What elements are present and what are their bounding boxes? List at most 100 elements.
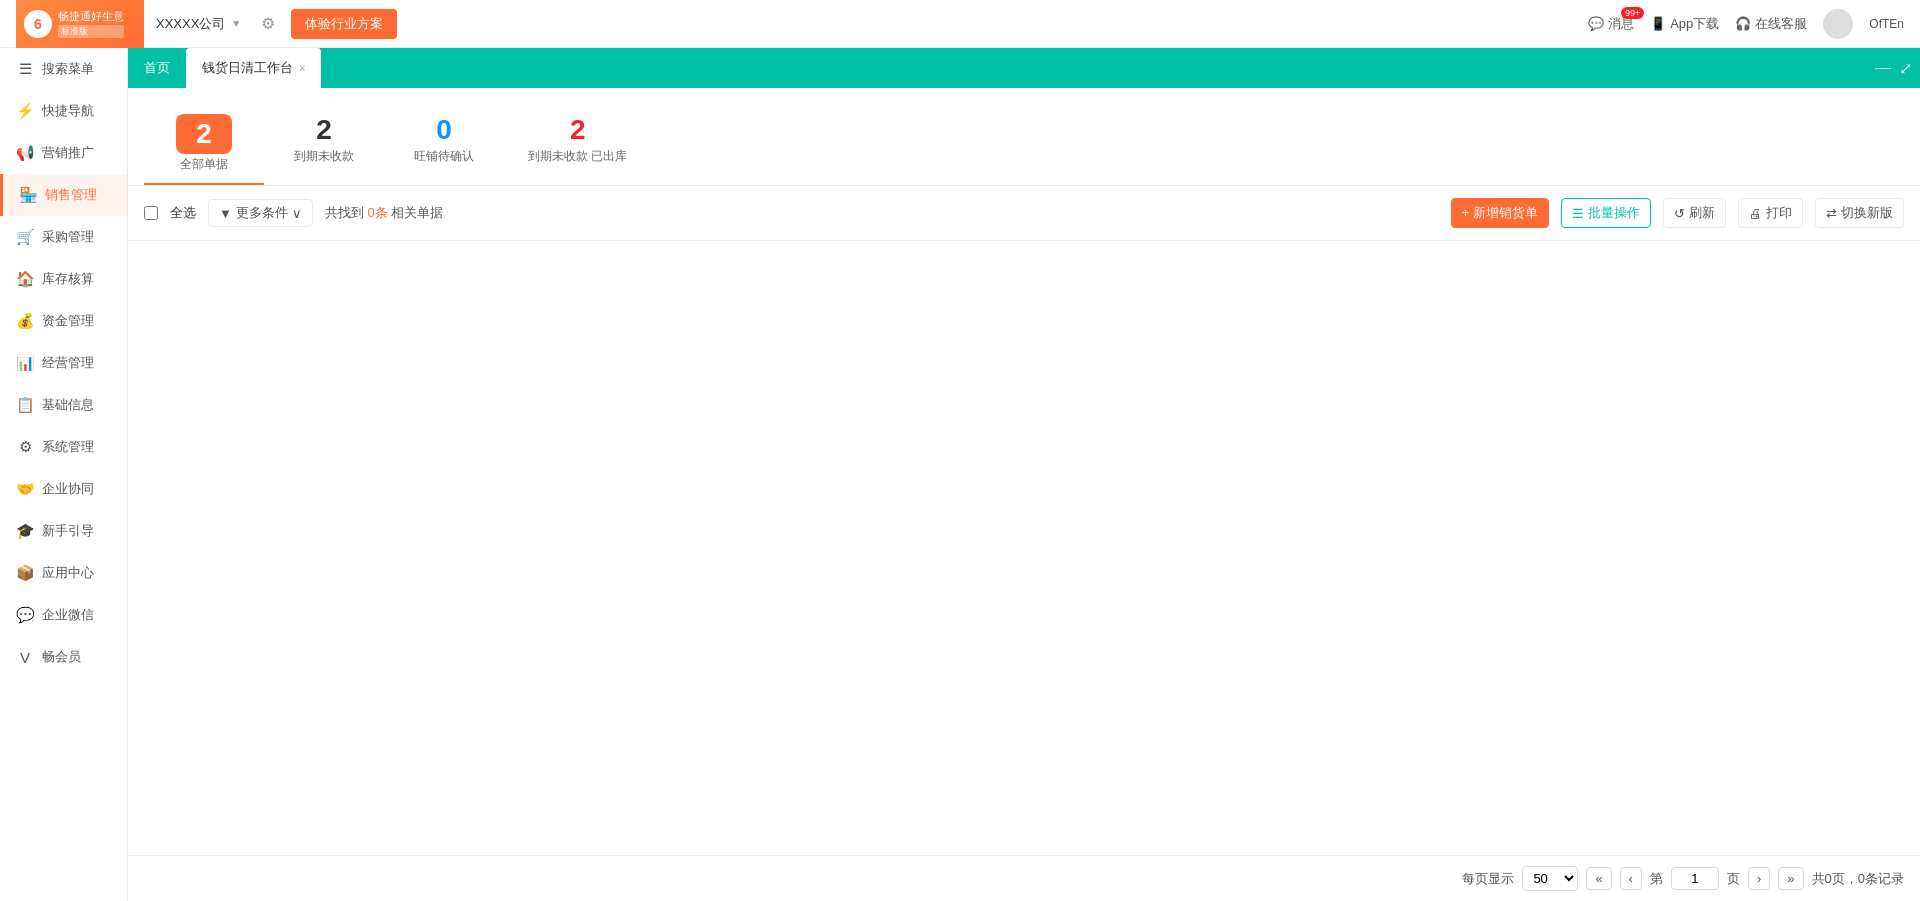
company-chevron: ▼ bbox=[231, 18, 241, 29]
sidebar-item-inventory[interactable]: 🏠 库存核算 bbox=[0, 258, 127, 300]
summary-card-wangpu[interactable]: 0 旺铺待确认 bbox=[384, 104, 504, 185]
sidebar-item-app-center[interactable]: 📦 应用中心 bbox=[0, 552, 127, 594]
last-page-button[interactable]: » bbox=[1778, 867, 1803, 890]
enterprise-icon: 🤝 bbox=[16, 480, 34, 498]
guide-icon: 🎓 bbox=[16, 522, 34, 540]
tab-home[interactable]: 首页 bbox=[128, 48, 186, 88]
page-number-input[interactable] bbox=[1671, 867, 1719, 890]
toolbar-left: 全选 ▼ 更多条件 ∨ 共找到 0条 相关单据 bbox=[144, 199, 1439, 227]
refresh-label: 刷新 bbox=[1689, 204, 1715, 222]
switch-new-version-button[interactable]: ⇄ 切换新版 bbox=[1815, 198, 1904, 228]
add-sales-order-button[interactable]: + 新增销货单 bbox=[1451, 198, 1549, 228]
overdue-shipped-label: 到期未收款 已出库 bbox=[528, 148, 627, 165]
sidebar-item-member[interactable]: V 畅会员 bbox=[0, 636, 127, 678]
sidebar-item-guide[interactable]: 🎓 新手引导 bbox=[0, 510, 127, 552]
app-label: App下载 bbox=[1670, 15, 1719, 33]
refresh-button[interactable]: ↺ 刷新 bbox=[1663, 198, 1726, 228]
sidebar-item-sales[interactable]: 🏪 销售管理 bbox=[0, 174, 127, 216]
pagination-bar: 每页显示 50 10 20 100 « ‹ 第 页 › » 共0页，0条记录 bbox=[128, 855, 1920, 901]
refresh-icon: ↺ bbox=[1674, 206, 1685, 221]
content-area: 2 全部单据 2 到期未收款 0 旺铺待确认 2 到期未收款 已出库 全选 bbox=[128, 88, 1920, 901]
select-all-label: 全选 bbox=[170, 204, 196, 222]
summary-card-overdue-shipped[interactable]: 2 到期未收款 已出库 bbox=[504, 104, 651, 185]
sidebar-item-label: 搜索菜单 bbox=[42, 60, 94, 78]
related-label: 相关单据 bbox=[391, 205, 443, 220]
next-page-button[interactable]: › bbox=[1748, 867, 1770, 890]
avatar[interactable] bbox=[1823, 9, 1853, 39]
main-content: 2 全部单据 2 到期未收款 0 旺铺待确认 2 到期未收款 已出库 全选 bbox=[128, 88, 1920, 901]
trial-button[interactable]: 体验行业方案 bbox=[291, 9, 397, 39]
wechat-icon: 💬 bbox=[16, 606, 34, 624]
filter-label: 更多条件 bbox=[236, 204, 288, 222]
nav-actions: — ⤢ bbox=[1875, 59, 1920, 78]
wangpu-count: 0 bbox=[436, 114, 452, 146]
gear-icon[interactable]: ⚙ bbox=[253, 14, 283, 33]
summary-card-all[interactable]: 2 全部单据 bbox=[144, 104, 264, 185]
sidebar-item-basics[interactable]: 📋 基础信息 bbox=[0, 384, 127, 426]
service-icon: 🎧 bbox=[1735, 16, 1751, 31]
purchase-icon: 🛒 bbox=[16, 228, 34, 246]
top-header: 6 畅捷通好生意 标准版 XXXXX公司 ▼ ⚙ 体验行业方案 💬 消息 99+… bbox=[0, 0, 1920, 48]
prev-page-button[interactable]: ‹ bbox=[1620, 867, 1642, 890]
sidebar-item-finance[interactable]: 💰 资金管理 bbox=[0, 300, 127, 342]
message-icon: 💬 bbox=[1588, 16, 1604, 31]
sidebar-item-marketing[interactable]: 📢 营销推广 bbox=[0, 132, 127, 174]
operations-icon: 📊 bbox=[16, 354, 34, 372]
avatar-name[interactable]: OfTEn bbox=[1869, 17, 1904, 31]
toolbar: 全选 ▼ 更多条件 ∨ 共找到 0条 相关单据 + 新增销货单 ☰ 批量操作 bbox=[128, 186, 1920, 241]
sidebar-item-label: 新手引导 bbox=[42, 522, 94, 540]
basics-icon: 📋 bbox=[16, 396, 34, 414]
overdue-label: 到期未收款 bbox=[294, 148, 354, 165]
message-icon-item[interactable]: 💬 消息 99+ bbox=[1588, 15, 1634, 33]
sidebar-item-system[interactable]: ⚙ 系统管理 bbox=[0, 426, 127, 468]
summary-card-overdue[interactable]: 2 到期未收款 bbox=[264, 104, 384, 185]
app-download-item[interactable]: 📱 App下载 bbox=[1650, 15, 1719, 33]
tab-close-icon[interactable]: × bbox=[299, 62, 305, 74]
sidebar-item-search[interactable]: ☰ 搜索菜单 bbox=[0, 48, 127, 90]
logo-text: 畅捷通好生意 标准版 bbox=[58, 9, 124, 39]
tab-work-bench[interactable]: 钱货日清工作台 × bbox=[186, 48, 321, 88]
select-all-checkbox[interactable] bbox=[144, 206, 158, 220]
nav-maximize-btn[interactable]: ⤢ bbox=[1899, 59, 1912, 78]
filter-icon: ▼ bbox=[219, 206, 232, 221]
sidebar-item-label: 库存核算 bbox=[42, 270, 94, 288]
logo-badge: 标准版 bbox=[58, 25, 124, 39]
total-records: 共0页，0条记录 bbox=[1812, 870, 1904, 888]
sidebar-item-label: 畅会员 bbox=[42, 648, 81, 666]
member-icon: V bbox=[16, 649, 34, 666]
sidebar-item-shortcuts[interactable]: ⚡ 快捷导航 bbox=[0, 90, 127, 132]
search-menu-icon: ☰ bbox=[16, 60, 34, 78]
all-orders-label: 全部单据 bbox=[180, 156, 228, 173]
sidebar: ☰ 搜索菜单 ⚡ 快捷导航 📢 营销推广 🏪 销售管理 🛒 采购管理 🏠 库存核… bbox=[0, 48, 128, 901]
per-page-label: 每页显示 bbox=[1462, 870, 1514, 888]
sidebar-item-operations[interactable]: 📊 经营管理 bbox=[0, 342, 127, 384]
header-right: 💬 消息 99+ 📱 App下载 🎧 在线客服 OfTEn bbox=[1588, 9, 1904, 39]
marketing-icon: 📢 bbox=[16, 144, 34, 162]
app-icon: 📱 bbox=[1650, 16, 1666, 31]
company-selector[interactable]: XXXXX公司 ▼ bbox=[144, 15, 253, 33]
service-item[interactable]: 🎧 在线客服 bbox=[1735, 15, 1807, 33]
wangpu-label: 旺铺待确认 bbox=[414, 148, 474, 165]
sidebar-item-purchase[interactable]: 🛒 采购管理 bbox=[0, 216, 127, 258]
more-filter-button[interactable]: ▼ 更多条件 ∨ bbox=[208, 199, 313, 227]
switch-icon: ⇄ bbox=[1826, 206, 1837, 221]
sidebar-item-label: 应用中心 bbox=[42, 564, 94, 582]
nav-minimize-btn[interactable]: — bbox=[1875, 59, 1891, 78]
page-size-select[interactable]: 50 10 20 100 bbox=[1522, 866, 1578, 891]
print-button[interactable]: 🖨 打印 bbox=[1738, 198, 1803, 228]
batch-icon: ☰ bbox=[1572, 206, 1584, 221]
message-badge: 99+ bbox=[1621, 7, 1644, 19]
print-icon: 🖨 bbox=[1749, 206, 1762, 221]
switch-label: 切换新版 bbox=[1841, 204, 1893, 222]
batch-operations-button[interactable]: ☰ 批量操作 bbox=[1561, 198, 1651, 228]
filter-chevron: ∨ bbox=[292, 206, 302, 221]
service-label: 在线客服 bbox=[1755, 15, 1807, 33]
page-suffix: 页 bbox=[1727, 870, 1740, 888]
company-name: XXXXX公司 bbox=[156, 15, 225, 33]
page-label: 第 bbox=[1650, 870, 1663, 888]
first-page-button[interactable]: « bbox=[1586, 867, 1611, 890]
overdue-count: 2 bbox=[316, 114, 332, 146]
app-center-icon: 📦 bbox=[16, 564, 34, 582]
sidebar-item-enterprise[interactable]: 🤝 企业协同 bbox=[0, 468, 127, 510]
sidebar-item-wechat[interactable]: 💬 企业微信 bbox=[0, 594, 127, 636]
